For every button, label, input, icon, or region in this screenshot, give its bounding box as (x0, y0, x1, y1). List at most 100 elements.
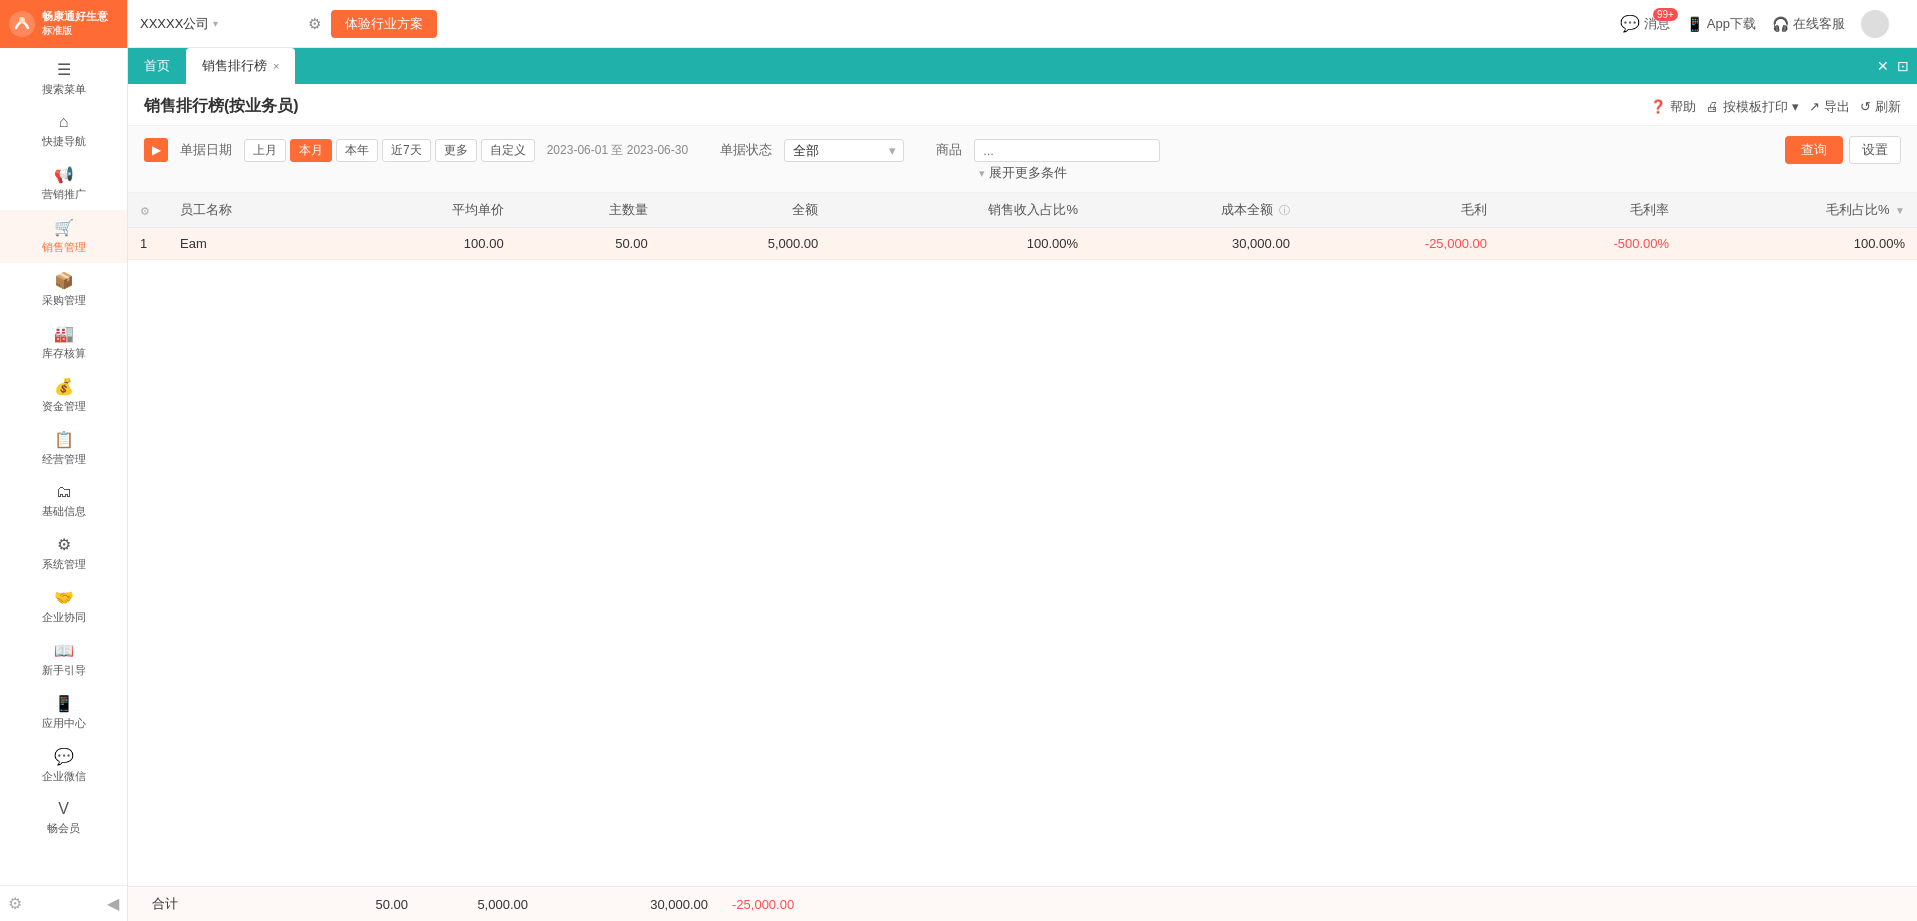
sidebar-item-sales[interactable]: 🛒 销售管理 (0, 210, 127, 263)
table-area: ⚙ 员工名称 平均单价 主数量 全额 销售收入占比% 成本全额 ⓘ 毛利 毛利率 (128, 193, 1917, 886)
sidebar-item-purchase[interactable]: 📦 采购管理 (0, 263, 127, 316)
sidebar-label-search: 搜索菜单 (42, 82, 86, 97)
window-close-icon[interactable]: ✕ (1877, 58, 1889, 74)
search-menu-icon: ☰ (57, 60, 71, 79)
cost-help-icon[interactable]: ⓘ (1279, 204, 1290, 216)
main-area: XXXXX公司 ▾ ⚙ 体验行业方案 💬 消息 99+ 📱 App下载 🎧 在线… (128, 0, 1917, 921)
date-btn-custom[interactable]: 自定义 (481, 139, 535, 162)
headset-icon: 🎧 (1772, 16, 1789, 32)
avatar[interactable] (1861, 10, 1889, 38)
status-filter-label: 单据状态 (720, 141, 772, 159)
system-icon: ⚙ (57, 535, 71, 554)
gross-ratio-sort-icon[interactable]: ▼ (1895, 205, 1905, 216)
sidebar-item-wechat[interactable]: 💬 企业微信 (0, 739, 127, 792)
page-header: 销售排行榜(按业务员) ❓ 帮助 🖨 按模板打印 ▾ ↗ 导出 ↺ 刷新 (128, 84, 1917, 126)
cell-name: Eam (168, 228, 342, 260)
sidebar-nav: ☰ 搜索菜单 ⌂ 快捷导航 📢 营销推广 🛒 销售管理 📦 采购管理 🏭 库存核… (0, 48, 127, 885)
tab-close-icon[interactable]: × (273, 60, 279, 72)
service-label: 在线客服 (1793, 15, 1845, 33)
sidebar-label-sales: 销售管理 (42, 240, 86, 255)
filter-toggle-icon: ▶ (152, 143, 161, 157)
sidebar-collapse-button[interactable]: ◀ (107, 894, 119, 913)
export-button[interactable]: ↗ 导出 (1809, 98, 1850, 116)
sidebar-item-apps[interactable]: 📱 应用中心 (0, 686, 127, 739)
app-download-button[interactable]: 📱 App下载 (1686, 15, 1756, 33)
date-btn-this-month[interactable]: 本月 (290, 139, 332, 162)
tab-sales-ranking[interactable]: 销售排行榜 × (186, 48, 295, 84)
expand-more-label: 展开更多条件 (989, 164, 1067, 182)
print-button[interactable]: 🖨 按模板打印 ▾ (1706, 98, 1799, 116)
tab-sales-ranking-label: 销售排行榜 (202, 57, 267, 75)
tab-home[interactable]: 首页 (128, 48, 186, 84)
cell-gross-ratio: 100.00% (1681, 228, 1917, 260)
app-download-label: App下载 (1707, 15, 1756, 33)
cell-cost: 30,000.00 (1090, 228, 1302, 260)
logo-sub-text: 标准版 (42, 24, 108, 38)
svg-point-0 (9, 11, 35, 37)
date-btn-this-year[interactable]: 本年 (336, 139, 378, 162)
query-button[interactable]: 查询 (1785, 136, 1843, 164)
sidebar-item-enterprise[interactable]: 🤝 企业协同 (0, 580, 127, 633)
sidebar-label-wechat: 企业微信 (42, 769, 86, 784)
date-btn-last-month[interactable]: 上月 (244, 139, 286, 162)
th-cost: 成本全额 ⓘ (1090, 193, 1302, 228)
date-btn-more[interactable]: 更多 (435, 139, 477, 162)
sidebar-item-search[interactable]: ☰ 搜索菜单 (0, 52, 127, 105)
sidebar-item-marketing[interactable]: 📢 营销推广 (0, 157, 127, 210)
status-select[interactable]: 全部 待审核 已审核 (784, 139, 904, 162)
refresh-icon: ↺ (1860, 99, 1871, 114)
operations-icon: 📋 (54, 430, 74, 449)
print-icon: 🖨 (1706, 99, 1719, 114)
cell-sales-ratio: 100.00% (830, 228, 1090, 260)
sidebar-item-guide[interactable]: 📖 新手引导 (0, 633, 127, 686)
filter-bar: ▶ 单据日期 上月 本月 本年 近7天 更多 自定义 2023-06-01 至 … (128, 126, 1917, 193)
sidebar-item-basics[interactable]: 🗂 基础信息 (0, 475, 127, 527)
date-filter-label: 单据日期 (180, 141, 232, 159)
sidebar-item-operations[interactable]: 📋 经营管理 (0, 422, 127, 475)
sidebar-label-apps: 应用中心 (42, 716, 86, 731)
message-icon: 💬 (1620, 14, 1640, 33)
filter-toggle-button[interactable]: ▶ (144, 138, 168, 162)
filter-row: ▶ 单据日期 上月 本月 本年 近7天 更多 自定义 2023-06-01 至 … (144, 136, 1901, 164)
page-title: 销售排行榜(按业务员) (144, 96, 299, 117)
date-btn-7days[interactable]: 近7天 (382, 139, 431, 162)
refresh-button[interactable]: ↺ 刷新 (1860, 98, 1901, 116)
company-selector[interactable]: XXXXX公司 ▾ (140, 15, 300, 33)
product-filter-label: 商品 (936, 141, 962, 159)
sidebar-label-operations: 经营管理 (42, 452, 86, 467)
message-button[interactable]: 💬 消息 99+ (1620, 14, 1670, 33)
sidebar-settings-button[interactable]: ⚙ (8, 894, 22, 913)
sidebar-item-member[interactable]: V 畅会员 (0, 792, 127, 844)
sidebar-item-quick-nav[interactable]: ⌂ 快捷导航 (0, 105, 127, 157)
sidebar-label-inventory: 库存核算 (42, 346, 86, 361)
online-service-button[interactable]: 🎧 在线客服 (1772, 15, 1845, 33)
industry-btn[interactable]: 体验行业方案 (331, 10, 437, 38)
expand-more-button[interactable]: ▾ 展开更多条件 (979, 164, 1067, 182)
sidebar-item-inventory[interactable]: 🏭 库存核算 (0, 316, 127, 369)
column-settings-icon[interactable]: ⚙ (140, 205, 150, 217)
th-gross: 毛利 (1302, 193, 1499, 228)
settings-gear-icon[interactable]: ⚙ (308, 15, 321, 33)
footer-total-label: 合计 (140, 895, 320, 913)
enterprise-icon: 🤝 (54, 588, 74, 607)
product-filter-input[interactable] (974, 139, 1160, 162)
cell-gross: -25,000.00 (1302, 228, 1499, 260)
sidebar-item-finance[interactable]: 💰 资金管理 (0, 369, 127, 422)
sidebar-item-system[interactable]: ⚙ 系统管理 (0, 527, 127, 580)
cell-gross-rate: -500.00% (1499, 228, 1681, 260)
table-row: 1 Eam 100.00 50.00 5,000.00 100.00% 30,0… (128, 228, 1917, 260)
table-header-row: ⚙ 员工名称 平均单价 主数量 全额 销售收入占比% 成本全额 ⓘ 毛利 毛利率 (128, 193, 1917, 228)
tabbar: 首页 销售排行榜 × ✕ ⊡ (128, 48, 1917, 84)
help-button[interactable]: ❓ 帮助 (1650, 98, 1696, 116)
cell-index: 1 (128, 228, 168, 260)
settings-button[interactable]: 设置 (1849, 136, 1901, 164)
cell-amount: 5,000.00 (660, 228, 831, 260)
sidebar: 畅康通好生意 标准版 ☰ 搜索菜单 ⌂ 快捷导航 📢 营销推广 🛒 销售管理 📦… (0, 0, 128, 921)
logo-text-block: 畅康通好生意 标准版 (42, 10, 108, 37)
logo-icon (8, 10, 36, 38)
tabbar-right: ✕ ⊡ (1877, 58, 1917, 74)
sidebar-footer: ⚙ ◀ (0, 885, 127, 921)
th-avg-price: 平均单价 (342, 193, 516, 228)
window-expand-icon[interactable]: ⊡ (1897, 58, 1909, 74)
sidebar-logo: 畅康通好生意 标准版 (0, 0, 127, 48)
